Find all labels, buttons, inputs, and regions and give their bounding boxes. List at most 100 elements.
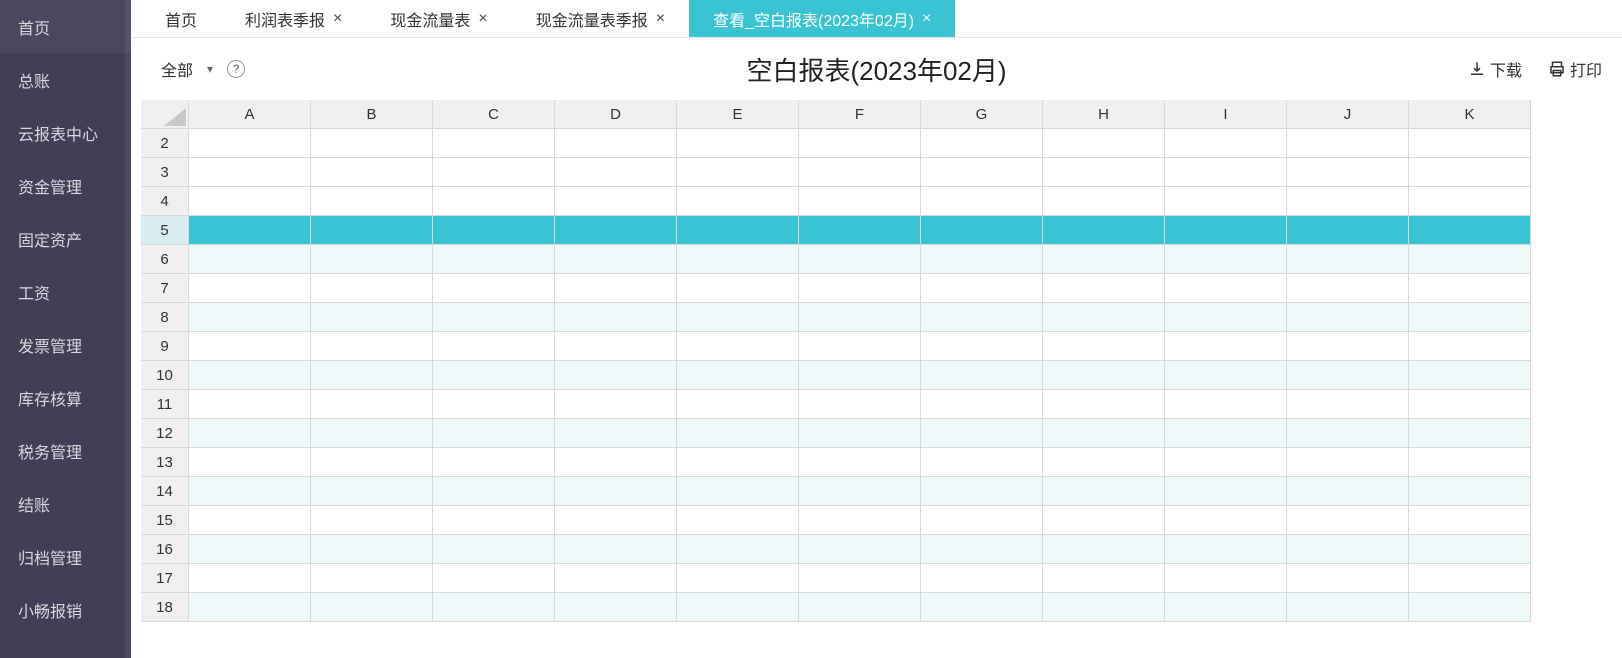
cell-K2[interactable]	[1409, 129, 1531, 158]
tab-4[interactable]: 查看_空白报表(2023年02月)×	[689, 0, 955, 37]
cell-D11[interactable]	[555, 390, 677, 419]
cell-B7[interactable]	[311, 274, 433, 303]
cell-E11[interactable]	[677, 390, 799, 419]
cell-D3[interactable]	[555, 158, 677, 187]
cell-H5[interactable]	[1043, 216, 1165, 245]
cell-J17[interactable]	[1287, 564, 1409, 593]
cell-J9[interactable]	[1287, 332, 1409, 361]
cell-J16[interactable]	[1287, 535, 1409, 564]
row-header-13[interactable]: 13	[141, 448, 189, 477]
cell-A13[interactable]	[189, 448, 311, 477]
column-header-B[interactable]: B	[311, 100, 433, 129]
cell-H14[interactable]	[1043, 477, 1165, 506]
tab-1[interactable]: 利润表季报×	[221, 0, 366, 37]
cell-F4[interactable]	[799, 187, 921, 216]
cell-F2[interactable]	[799, 129, 921, 158]
cell-A5[interactable]	[189, 216, 311, 245]
cell-K9[interactable]	[1409, 332, 1531, 361]
cell-H3[interactable]	[1043, 158, 1165, 187]
cell-J14[interactable]	[1287, 477, 1409, 506]
cell-B18[interactable]	[311, 593, 433, 622]
cell-C2[interactable]	[433, 129, 555, 158]
cell-J11[interactable]	[1287, 390, 1409, 419]
help-icon[interactable]: ?	[227, 60, 245, 78]
cell-G18[interactable]	[921, 593, 1043, 622]
cell-C12[interactable]	[433, 419, 555, 448]
cell-K14[interactable]	[1409, 477, 1531, 506]
cell-H17[interactable]	[1043, 564, 1165, 593]
cell-I11[interactable]	[1165, 390, 1287, 419]
cell-A11[interactable]	[189, 390, 311, 419]
cell-A10[interactable]	[189, 361, 311, 390]
cell-E3[interactable]	[677, 158, 799, 187]
cell-D6[interactable]	[555, 245, 677, 274]
cell-B14[interactable]	[311, 477, 433, 506]
column-header-E[interactable]: E	[677, 100, 799, 129]
cell-H9[interactable]	[1043, 332, 1165, 361]
cell-J7[interactable]	[1287, 274, 1409, 303]
cell-E6[interactable]	[677, 245, 799, 274]
cell-D17[interactable]	[555, 564, 677, 593]
cell-D15[interactable]	[555, 506, 677, 535]
cell-K7[interactable]	[1409, 274, 1531, 303]
cell-I4[interactable]	[1165, 187, 1287, 216]
cell-E8[interactable]	[677, 303, 799, 332]
row-header-4[interactable]: 4	[141, 187, 189, 216]
sidebar-item-1[interactable]: 总账	[0, 53, 131, 106]
row-header-5[interactable]: 5	[141, 216, 189, 245]
cell-A2[interactable]	[189, 129, 311, 158]
row-header-11[interactable]: 11	[141, 390, 189, 419]
close-icon[interactable]: ×	[333, 11, 342, 27]
column-header-G[interactable]: G	[921, 100, 1043, 129]
sidebar-item-8[interactable]: 税务管理	[0, 424, 131, 477]
cell-I8[interactable]	[1165, 303, 1287, 332]
cell-J12[interactable]	[1287, 419, 1409, 448]
cell-A9[interactable]	[189, 332, 311, 361]
cell-C11[interactable]	[433, 390, 555, 419]
cell-G7[interactable]	[921, 274, 1043, 303]
column-header-D[interactable]: D	[555, 100, 677, 129]
cell-F7[interactable]	[799, 274, 921, 303]
cell-C13[interactable]	[433, 448, 555, 477]
row-header-9[interactable]: 9	[141, 332, 189, 361]
close-icon[interactable]: ×	[922, 11, 931, 27]
column-header-A[interactable]: A	[189, 100, 311, 129]
cell-G4[interactable]	[921, 187, 1043, 216]
cell-K10[interactable]	[1409, 361, 1531, 390]
cell-B11[interactable]	[311, 390, 433, 419]
sidebar-item-3[interactable]: 资金管理	[0, 159, 131, 212]
cell-B15[interactable]	[311, 506, 433, 535]
cell-D7[interactable]	[555, 274, 677, 303]
cell-G17[interactable]	[921, 564, 1043, 593]
cell-B5[interactable]	[311, 216, 433, 245]
cell-G3[interactable]	[921, 158, 1043, 187]
cell-C14[interactable]	[433, 477, 555, 506]
cell-F17[interactable]	[799, 564, 921, 593]
cell-I3[interactable]	[1165, 158, 1287, 187]
cell-K15[interactable]	[1409, 506, 1531, 535]
cell-K12[interactable]	[1409, 419, 1531, 448]
cell-B2[interactable]	[311, 129, 433, 158]
cell-I15[interactable]	[1165, 506, 1287, 535]
cell-B16[interactable]	[311, 535, 433, 564]
cell-E12[interactable]	[677, 419, 799, 448]
cell-K18[interactable]	[1409, 593, 1531, 622]
column-header-F[interactable]: F	[799, 100, 921, 129]
cell-A12[interactable]	[189, 419, 311, 448]
cell-E7[interactable]	[677, 274, 799, 303]
cell-F3[interactable]	[799, 158, 921, 187]
cell-J8[interactable]	[1287, 303, 1409, 332]
close-icon[interactable]: ×	[478, 11, 487, 27]
tab-3[interactable]: 现金流量表季报×	[512, 0, 689, 37]
cell-G12[interactable]	[921, 419, 1043, 448]
cell-D8[interactable]	[555, 303, 677, 332]
cell-F12[interactable]	[799, 419, 921, 448]
cell-A4[interactable]	[189, 187, 311, 216]
row-header-15[interactable]: 15	[141, 506, 189, 535]
sidebar-item-6[interactable]: 发票管理	[0, 318, 131, 371]
cell-C6[interactable]	[433, 245, 555, 274]
cell-D9[interactable]	[555, 332, 677, 361]
cell-G13[interactable]	[921, 448, 1043, 477]
row-header-8[interactable]: 8	[141, 303, 189, 332]
cell-E2[interactable]	[677, 129, 799, 158]
